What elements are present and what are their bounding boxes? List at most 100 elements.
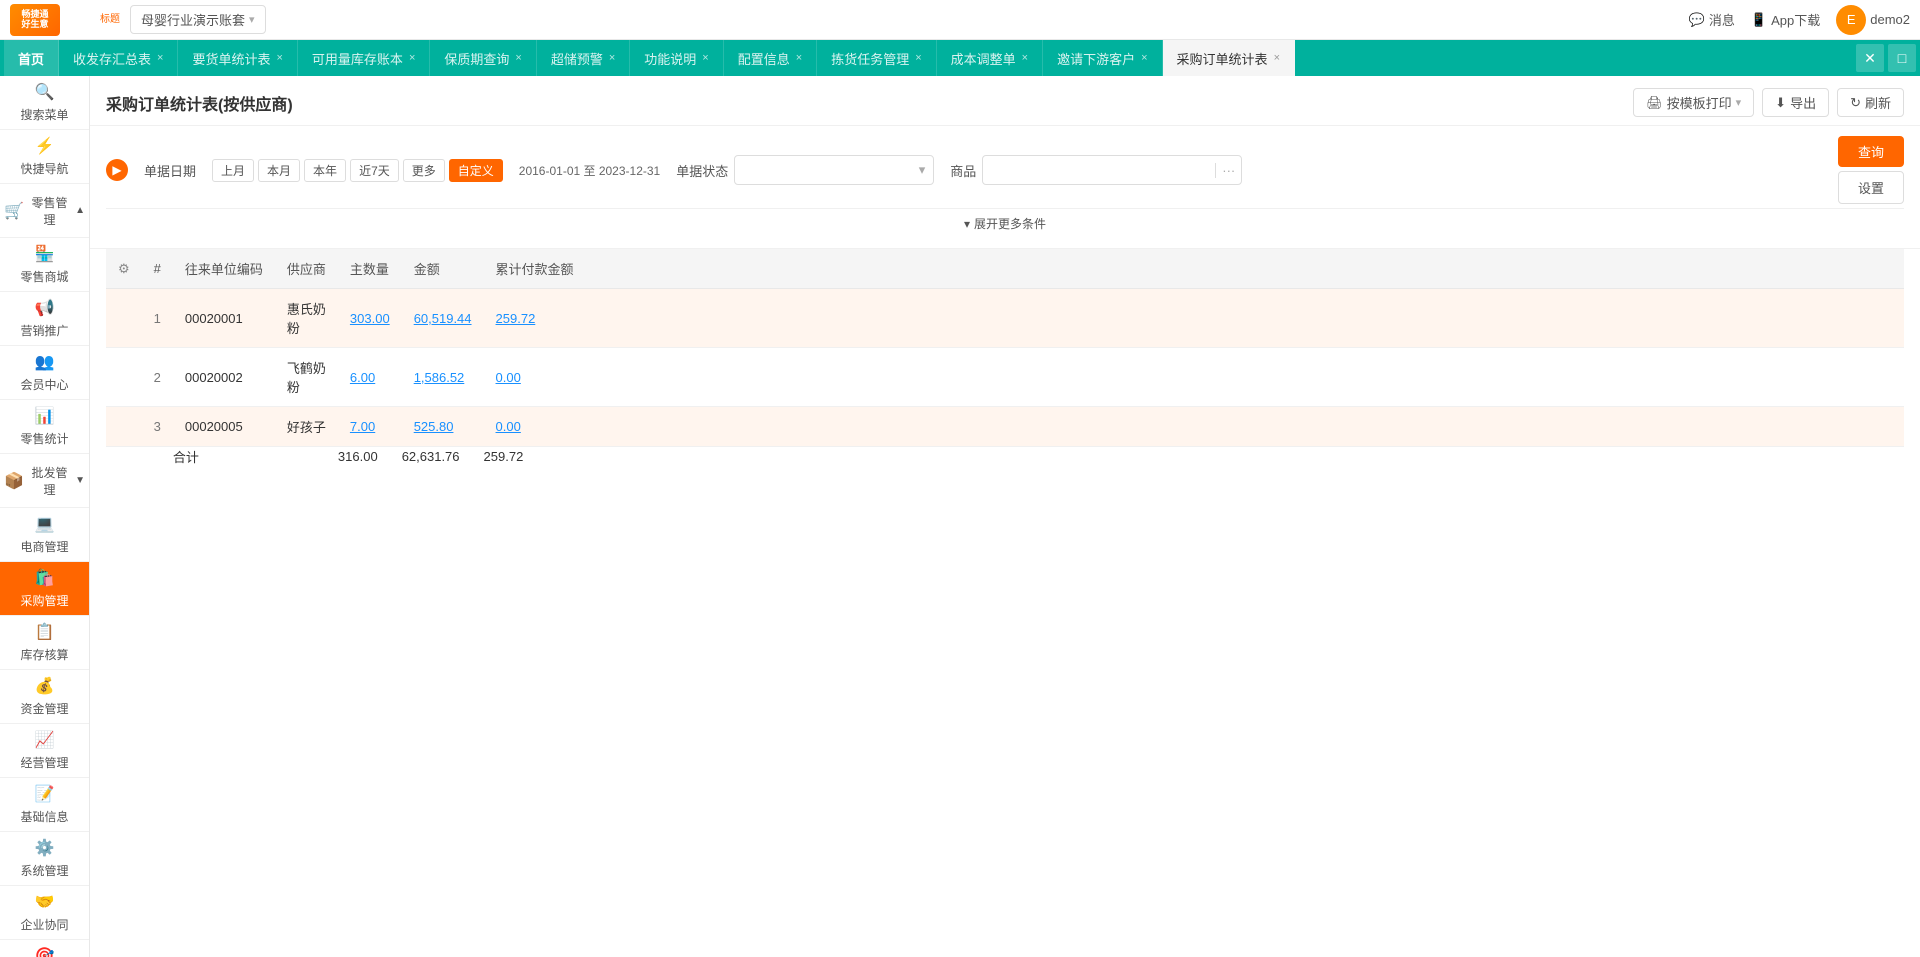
date-more[interactable]: 更多 (403, 159, 445, 182)
row1-paid[interactable]: 259.72 (484, 289, 586, 348)
tab-function-close[interactable]: × (702, 52, 708, 64)
row1-amount[interactable]: 60,519.44 (402, 289, 484, 348)
sidebar-item-operation[interactable]: 📈 经营管理 (0, 724, 89, 778)
sidebar-marketing-label: 营销推广 (20, 322, 68, 339)
workspace-label: 母婴行业演示账套 (141, 10, 245, 29)
tab-stock-close[interactable]: × (409, 52, 415, 64)
workspace-selector[interactable]: 母婴行业演示账套 ▾ (130, 5, 266, 34)
newguide-icon: 🎯 (35, 946, 55, 957)
tab-picking-close[interactable]: × (915, 52, 921, 64)
refresh-button[interactable]: ↻ 刷新 (1837, 88, 1904, 117)
goods-more-icon[interactable]: ··· (1215, 163, 1241, 178)
tab-stock[interactable]: 可用量库存账本 × (298, 40, 430, 76)
row3-amount[interactable]: 525.80 (402, 407, 484, 447)
tab-cost[interactable]: 成本调整单 × (937, 40, 1043, 76)
nav-tabs: 首页 收发存汇总表 × 要货单统计表 × 可用量库存账本 × 保质期查询 × 超… (0, 40, 1920, 76)
tab-function[interactable]: 功能说明 × (630, 40, 723, 76)
row3-num: 3 (142, 407, 173, 447)
export-button[interactable]: ⬇ 导出 (1762, 88, 1829, 117)
refresh-icon: ↻ (1850, 95, 1861, 111)
sidebar-basic-label: 基础信息 (20, 808, 68, 825)
row1-quantity[interactable]: 303.00 (338, 289, 402, 348)
tab-picking-label: 拣货任务管理 (831, 49, 909, 68)
avatar-text: E (1847, 12, 1856, 27)
message-button[interactable]: 💬 消息 (1689, 10, 1735, 29)
top-bar-right: 💬 消息 📱 App下载 E demo2 (1689, 5, 1910, 35)
tab-cost-close[interactable]: × (1022, 52, 1028, 64)
sidebar-member-label: 会员中心 (20, 376, 68, 393)
purchase-icon: 🛍️ (35, 568, 55, 588)
date-custom-badge[interactable]: 自定义 (449, 159, 503, 182)
close-all-button[interactable]: ✕ (1856, 44, 1884, 72)
print-button[interactable]: 🖨 按模板打印 ▾ (1633, 88, 1754, 117)
sidebar-item-marketing[interactable]: 📢 营销推广 (0, 292, 89, 346)
tab-invite-close[interactable]: × (1141, 52, 1147, 64)
row3-quantity[interactable]: 7.00 (338, 407, 402, 447)
date-this-year[interactable]: 本年 (304, 159, 346, 182)
row3-paid[interactable]: 0.00 (484, 407, 586, 447)
sidebar-ecommerce-label: 电商管理 (20, 538, 68, 555)
goods-input[interactable] (983, 159, 1215, 182)
tab-requisition[interactable]: 要货单统计表 × (178, 40, 297, 76)
date-pills: 上月 本月 本年 近7天 更多 自定义 (212, 159, 503, 182)
sidebar-item-newguide[interactable]: 🎯 新手引导 (0, 940, 89, 957)
sidebar-item-finance[interactable]: 💰 资金管理 (0, 670, 89, 724)
user-area[interactable]: E demo2 (1836, 5, 1910, 35)
tab-overstock[interactable]: 超储预警 × (537, 40, 630, 76)
tab-purchase-stat[interactable]: 采购订单统计表 × (1163, 40, 1295, 76)
tab-home[interactable]: 首页 (4, 40, 59, 76)
sidebar-item-retail-stat[interactable]: 📊 零售统计 (0, 400, 89, 454)
sidebar-item-basic[interactable]: 📝 基础信息 (0, 778, 89, 832)
table-settings-col[interactable]: ⚙ (106, 249, 142, 289)
row2-amount[interactable]: 1,586.52 (402, 348, 484, 407)
sidebar-item-retail[interactable]: 🛒 零售管理 ▲ (0, 184, 89, 238)
tab-quality-label: 保质期查询 (444, 49, 509, 68)
tab-quality-close[interactable]: × (515, 52, 521, 64)
footer-paid: 259.72 (484, 447, 586, 467)
page-area: 采购订单统计表(按供应商) 🖨 按模板打印 ▾ ⬇ 导出 ↻ 刷新 (90, 76, 1920, 957)
print-icon: 🖨 (1646, 95, 1663, 111)
sidebar-search-label: 搜索菜单 (20, 106, 68, 123)
sidebar-item-inventory[interactable]: 📋 库存核算 (0, 616, 89, 670)
tab-collect-close[interactable]: × (157, 52, 163, 64)
date-7days[interactable]: 近7天 (350, 159, 399, 182)
sidebar-item-retail-mall[interactable]: 🏪 零售商城 (0, 238, 89, 292)
status-select[interactable]: ▾ (734, 155, 934, 185)
retail-icon: 🛒 (4, 201, 24, 221)
date-last-month[interactable]: 上月 (212, 159, 254, 182)
tab-purchase-stat-close[interactable]: × (1274, 52, 1280, 64)
filter-toggle-button[interactable]: ▶ (106, 159, 128, 181)
query-button[interactable]: 查询 (1838, 136, 1904, 167)
row3-code: 00020005 (173, 407, 275, 447)
tab-overstock-close[interactable]: × (609, 52, 615, 64)
date-label: 单据日期 (144, 161, 196, 180)
tab-config[interactable]: 配置信息 × (724, 40, 817, 76)
sidebar-item-quicknav[interactable]: ⚡ 快捷导航 (0, 130, 89, 184)
sidebar-item-search[interactable]: 🔍 搜索菜单 (0, 76, 89, 130)
sidebar-item-system[interactable]: ⚙️ 系统管理 (0, 832, 89, 886)
tab-config-close[interactable]: × (796, 52, 802, 64)
system-icon: ⚙️ (35, 838, 55, 858)
user-name: demo2 (1870, 12, 1910, 27)
sidebar-retail-label: 零售管理 (28, 194, 71, 228)
sidebar-item-purchase[interactable]: 🛍️ 采购管理 (0, 562, 89, 616)
tab-requisition-close[interactable]: × (276, 52, 282, 64)
sidebar-item-ecommerce[interactable]: 💻 电商管理 (0, 508, 89, 562)
status-label: 单据状态 (676, 161, 728, 180)
footer-quantity: 316.00 (338, 447, 402, 467)
app-download-button[interactable]: 📱 App下载 (1751, 10, 1820, 29)
tab-quality[interactable]: 保质期查询 × (430, 40, 536, 76)
restore-button[interactable]: □ (1888, 44, 1916, 72)
expand-more-button[interactable]: ▾ 展开更多条件 (106, 208, 1904, 238)
row2-paid[interactable]: 0.00 (484, 348, 586, 407)
tab-collect[interactable]: 收发存汇总表 × (59, 40, 178, 76)
filter-settings-button[interactable]: 设置 (1838, 171, 1904, 204)
sidebar-item-member[interactable]: 👥 会员中心 (0, 346, 89, 400)
status-arrow-icon: ▾ (919, 162, 926, 178)
tab-picking[interactable]: 拣货任务管理 × (817, 40, 936, 76)
date-this-month[interactable]: 本月 (258, 159, 300, 182)
sidebar-item-wholesale[interactable]: 📦 批发管理 ▼ (0, 454, 89, 508)
row2-quantity[interactable]: 6.00 (338, 348, 402, 407)
tab-invite[interactable]: 邀请下游客户 × (1043, 40, 1162, 76)
sidebar-item-enterprise[interactable]: 🤝 企业协同 (0, 886, 89, 940)
